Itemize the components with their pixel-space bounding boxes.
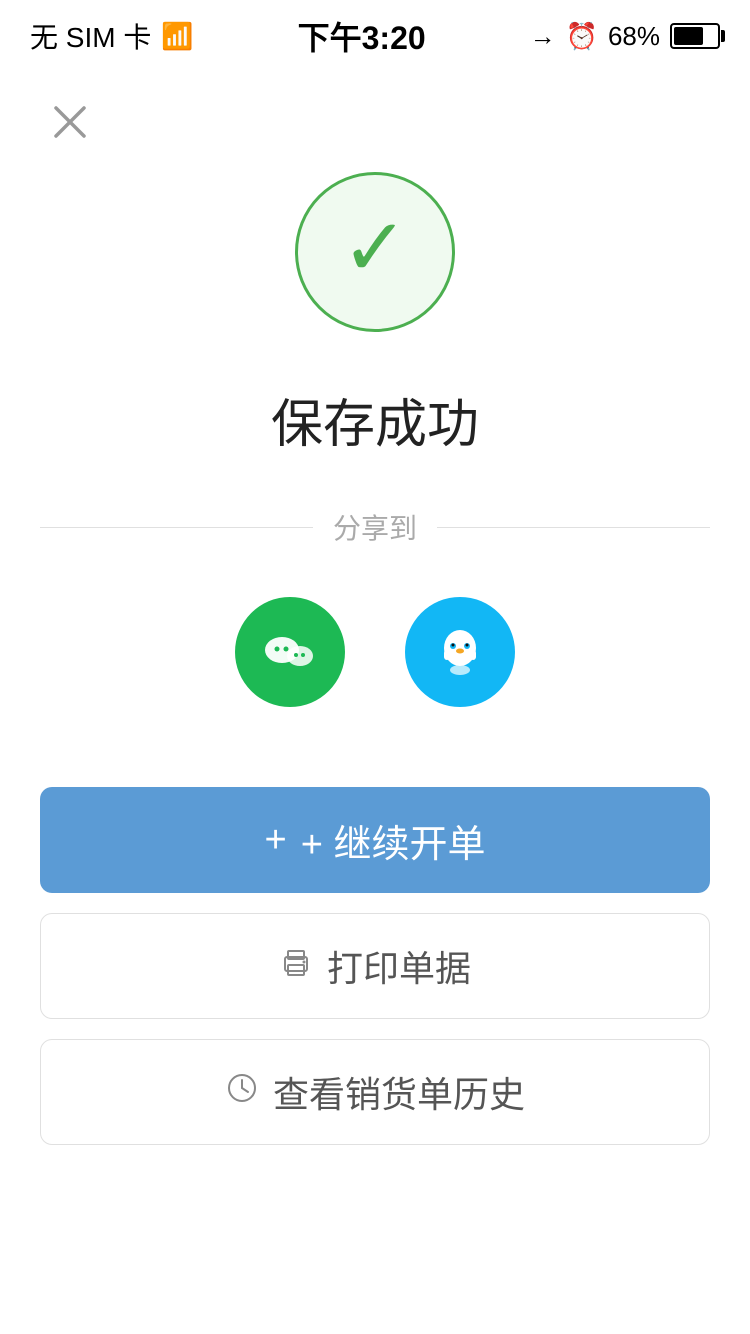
battery-text: 68% — [608, 21, 660, 52]
status-bar: 无 SIM 卡 📶 下午3:20 → ⏰ 68% — [0, 0, 750, 72]
divider-line-right — [437, 527, 710, 528]
share-wechat-button[interactable] — [235, 597, 345, 707]
status-time: 下午3:20 — [298, 13, 426, 59]
checkmark-icon: ✓ — [341, 208, 408, 288]
print-button-label: 打印单据 — [327, 940, 471, 992]
printer-icon — [279, 945, 313, 988]
divider-label: 分享到 — [333, 507, 417, 547]
share-icons-row — [235, 597, 515, 707]
continue-button[interactable]: + + 继续开单 — [40, 787, 710, 893]
wifi-icon: 📶 — [161, 21, 193, 52]
battery-icon — [670, 23, 720, 49]
plus-icon: + — [265, 819, 287, 862]
history-button[interactable]: 查看销货单历史 — [40, 1039, 710, 1145]
alarm-icon: ⏰ — [566, 21, 598, 52]
history-button-label: 查看销货单历史 — [273, 1066, 525, 1118]
continue-button-label: + 继续开单 — [301, 813, 486, 868]
location-icon: → — [530, 21, 556, 52]
share-qq-button[interactable] — [405, 597, 515, 707]
main-content: ✓ 保存成功 分享到 — [0, 72, 750, 1334]
print-button[interactable]: 打印单据 — [40, 913, 710, 1019]
share-divider: 分享到 — [40, 507, 710, 547]
close-button[interactable] — [40, 92, 100, 152]
status-left: 无 SIM 卡 📶 — [30, 16, 194, 56]
success-icon-circle: ✓ — [295, 172, 455, 332]
divider-line-left — [40, 527, 313, 528]
action-buttons: + + 继续开单 打印单据 — [40, 787, 710, 1145]
success-title: 保存成功 — [271, 382, 479, 457]
clock-icon — [225, 1071, 259, 1114]
carrier-text: 无 SIM 卡 — [30, 16, 151, 56]
status-right: → ⏰ 68% — [530, 21, 720, 52]
